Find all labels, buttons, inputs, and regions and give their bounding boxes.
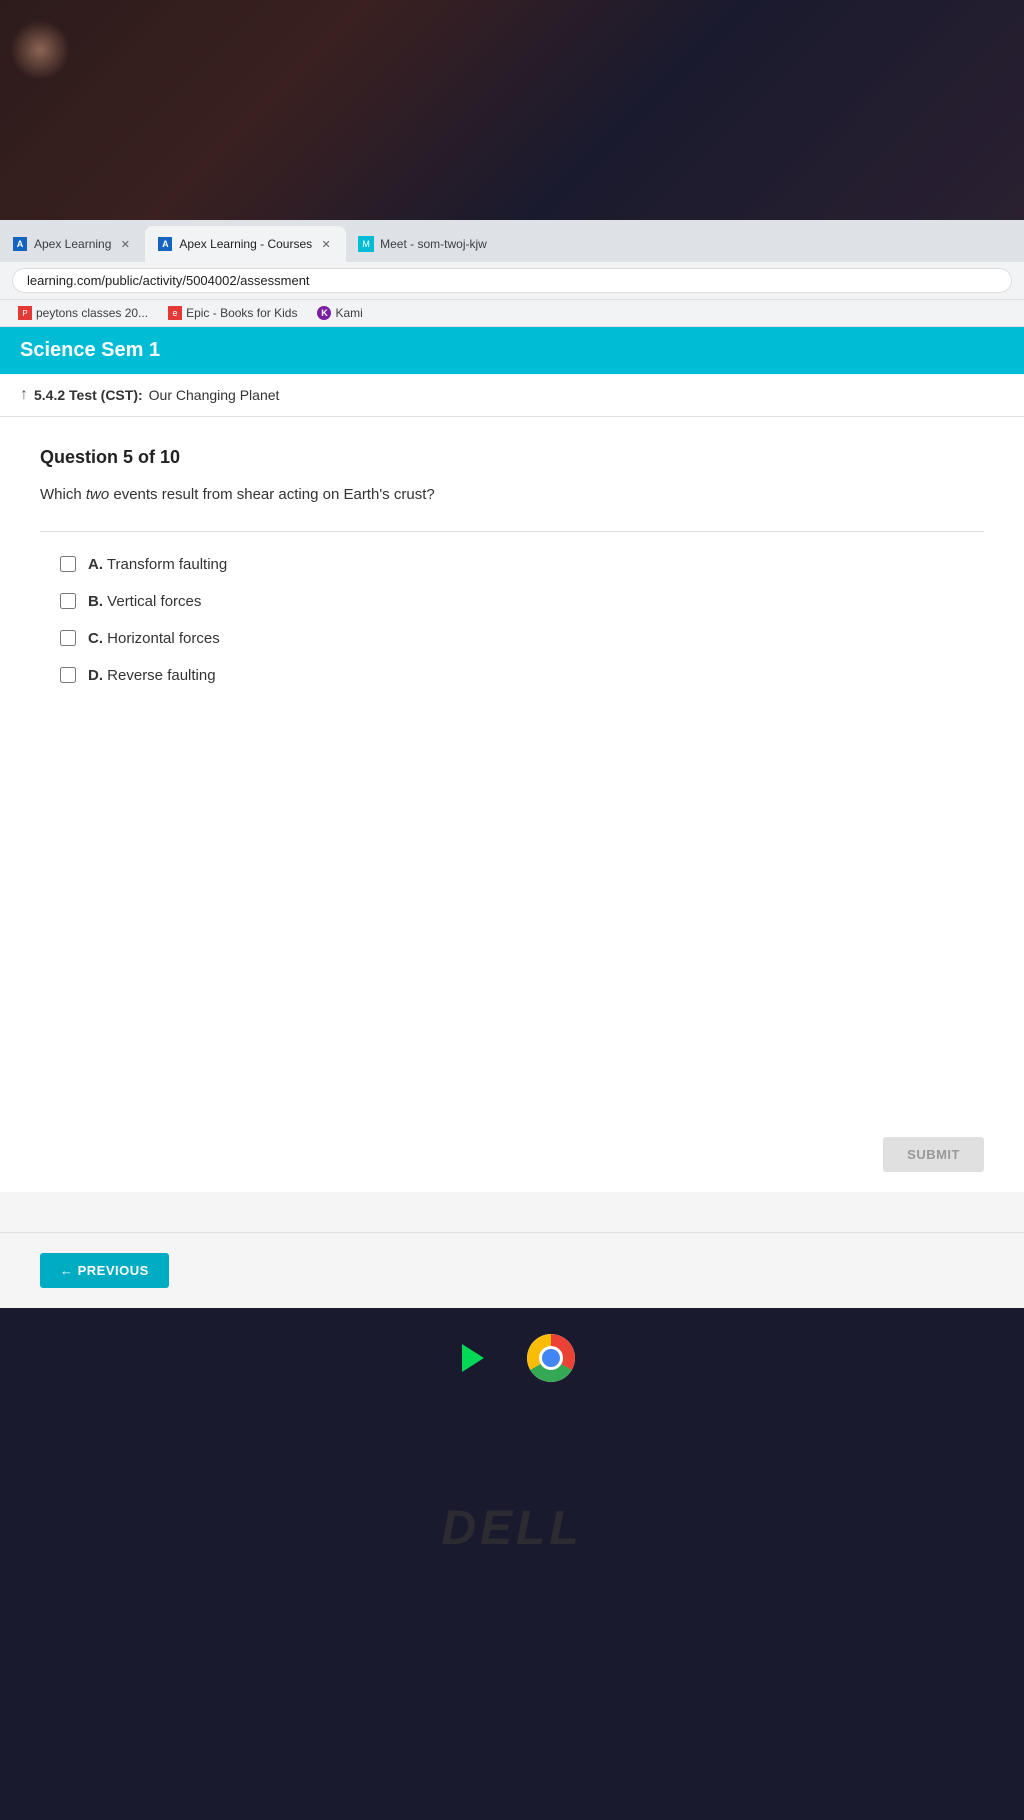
tab-close-apex-courses[interactable]: ✕ <box>318 236 334 252</box>
quiz-container: Question 5 of 10 Which two events result… <box>0 417 1024 1117</box>
tab-apex-courses[interactable]: A Apex Learning - Courses ✕ <box>145 226 346 262</box>
bookmark-peyton[interactable]: P peytons classes 20... <box>12 304 154 322</box>
bookmark-favicon-kami: K <box>317 306 331 320</box>
submit-button[interactable]: SUBMIT <box>883 1137 984 1172</box>
answer-option-a[interactable]: A. Transform faulting <box>60 556 984 573</box>
play-triangle <box>462 1344 484 1372</box>
breadcrumb-test-title: Our Changing Planet <box>149 387 280 403</box>
photo-overlay <box>0 0 1024 220</box>
tab-bar: A Apex Learning ✕ A Apex Learning - Cour… <box>0 220 1024 262</box>
answer-option-b[interactable]: B. Vertical forces <box>60 593 984 610</box>
course-header: Science Sem 1 <box>0 327 1024 374</box>
tab-close-apex-learning[interactable]: ✕ <box>117 236 133 252</box>
tab-favicon-apex-learning: A <box>12 236 28 252</box>
answer-option-d[interactable]: D. Reverse faulting <box>60 667 984 684</box>
bookmarks-bar: P peytons classes 20... e Epic - Books f… <box>0 300 1024 327</box>
play-store-icon[interactable] <box>449 1334 497 1382</box>
bookmark-kami[interactable]: K Kami <box>311 304 368 322</box>
dell-logo: DELL <box>441 1501 582 1556</box>
address-input[interactable] <box>12 268 1012 293</box>
question-text-part2: events result from shear acting on Earth… <box>109 486 435 503</box>
dell-area: DELL <box>0 1428 1024 1628</box>
nav-footer: ← PREVIOUS <box>0 1232 1024 1308</box>
answer-letter-d: D. <box>88 667 103 684</box>
tab-favicon-meet: M <box>358 236 374 252</box>
question-header: Question 5 of 10 <box>40 447 984 468</box>
question-text-part1: Which <box>40 486 86 503</box>
breadcrumb-test-label: 5.4.2 Test (CST): <box>34 387 143 403</box>
bookmark-favicon-peyton: P <box>18 306 32 320</box>
bookmark-epic[interactable]: e Epic - Books for Kids <box>162 304 303 322</box>
checkbox-d[interactable] <box>60 667 76 683</box>
chrome-circle <box>527 1334 575 1382</box>
tab-favicon-apex-courses: A <box>157 236 173 252</box>
checkbox-b[interactable] <box>60 593 76 609</box>
course-title: Science Sem 1 <box>20 339 160 361</box>
answer-label-c: C. Horizontal forces <box>88 630 220 647</box>
answer-text-d: Reverse faulting <box>107 667 215 684</box>
tab-label-apex-learning: Apex Learning <box>34 237 111 251</box>
answer-label-b: B. Vertical forces <box>88 593 201 610</box>
answer-letter-a: A. <box>88 556 103 573</box>
previous-button[interactable]: ← PREVIOUS <box>40 1253 169 1288</box>
answer-letter-c: C. <box>88 630 103 647</box>
checkbox-a[interactable] <box>60 556 76 572</box>
bookmark-label-kami: Kami <box>335 306 362 320</box>
bookmark-favicon-epic: e <box>168 306 182 320</box>
taskbar <box>0 1308 1024 1428</box>
bookmark-label-peyton: peytons classes 20... <box>36 306 148 320</box>
answer-options: A. Transform faulting B. Vertical forces… <box>60 556 984 684</box>
answer-text-b: Vertical forces <box>107 593 201 610</box>
address-bar <box>0 262 1024 300</box>
tab-meet[interactable]: M Meet - som-twoj-kjw <box>346 226 499 262</box>
answer-text-a: Transform faulting <box>107 556 227 573</box>
page-content: Science Sem 1 ↑ 5.4.2 Test (CST): Our Ch… <box>0 327 1024 1308</box>
breadcrumb: ↑ 5.4.2 Test (CST): Our Changing Planet <box>0 374 1024 417</box>
tab-label-meet: Meet - som-twoj-kjw <box>380 237 487 251</box>
breadcrumb-arrow: ↑ <box>20 386 28 404</box>
answer-option-c[interactable]: C. Horizontal forces <box>60 630 984 647</box>
divider <box>40 531 984 532</box>
tab-label-apex-courses: Apex Learning - Courses <box>179 237 312 251</box>
tab-apex-learning[interactable]: A Apex Learning ✕ <box>0 226 145 262</box>
answer-letter-b: B. <box>88 593 103 610</box>
bookmark-label-epic: Epic - Books for Kids <box>186 306 297 320</box>
answer-label-d: D. Reverse faulting <box>88 667 216 684</box>
submit-area: SUBMIT <box>0 1117 1024 1192</box>
question-text: Which two events result from shear actin… <box>40 484 984 507</box>
browser-window: A Apex Learning ✕ A Apex Learning - Cour… <box>0 220 1024 1308</box>
answer-text-c: Horizontal forces <box>107 630 220 647</box>
checkbox-c[interactable] <box>60 630 76 646</box>
chrome-icon[interactable] <box>527 1334 575 1382</box>
question-text-italic: two <box>86 486 109 503</box>
answer-label-a: A. Transform faulting <box>88 556 227 573</box>
